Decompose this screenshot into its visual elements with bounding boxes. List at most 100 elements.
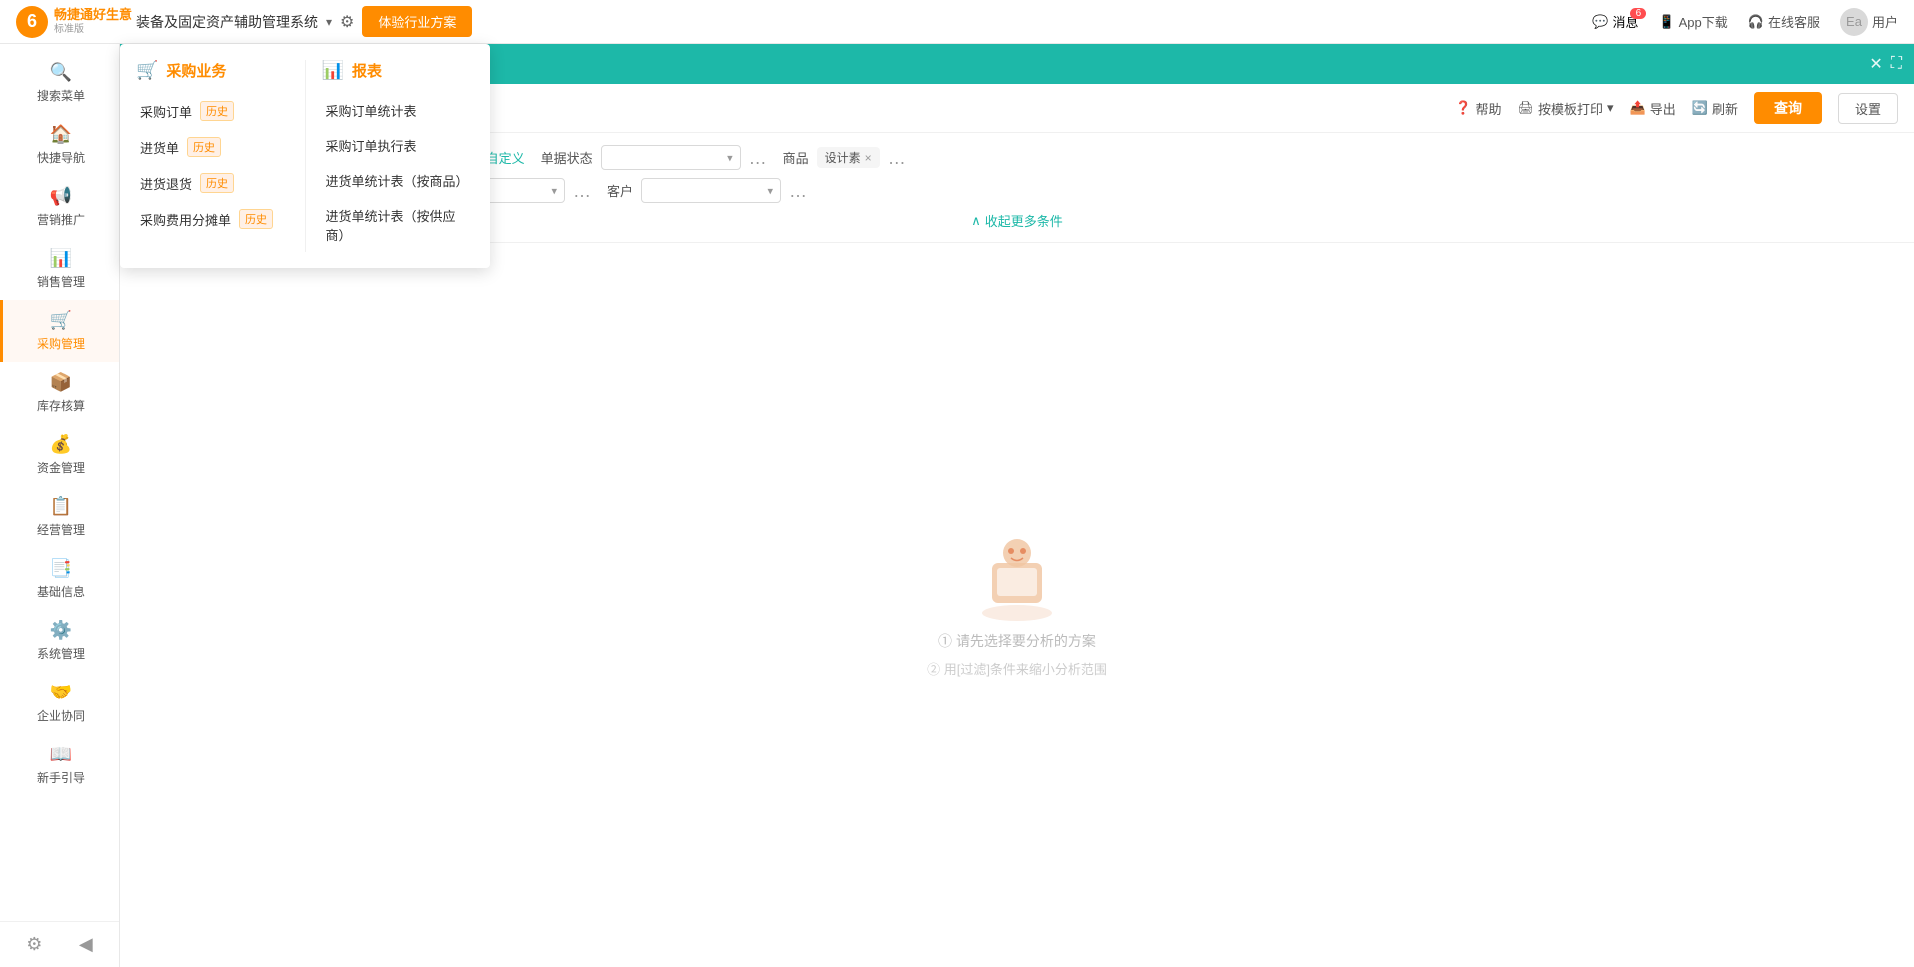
doc-status-select-wrapper [601,145,741,170]
doc-status-filter: 单据状态 … [541,145,767,170]
settings-button[interactable]: 设置 [1838,93,1898,124]
print-dropdown-icon: ▾ [1607,100,1614,116]
customer-more[interactable]: … [789,182,807,200]
user-label: 用户 [1872,12,1898,31]
tab-bar-right: ✕ ⛶ [1869,54,1914,74]
online-service-label: 在线客服 [1768,12,1820,31]
print-btn[interactable]: 🖨 按模板打印 ▾ [1518,99,1614,118]
hint1-num: ① [938,633,952,649]
menu-item-receipt-stats-supplier[interactable]: 进货单统计表（按供应商） [322,198,475,252]
system-icon: ⚙️ [50,620,72,641]
settings-gear-icon[interactable]: ⚙ [340,12,354,32]
export-btn[interactable]: 📤 导出 [1630,99,1676,118]
sidebar-item-finance[interactable]: 💰 资金管理 [0,424,119,486]
query-button[interactable]: 查询 [1754,92,1822,124]
sidebar-label-guide: 新手引导 [37,769,85,786]
sidebar-item-search[interactable]: 🔍 搜索菜单 [0,52,119,114]
product-tag-close[interactable]: × [865,151,872,165]
message-icon: 💬 [1592,14,1608,30]
app-download[interactable]: 📱 App下载 [1658,12,1727,31]
sidebar-label-sales: 销售管理 [37,273,85,290]
customer-select[interactable] [641,178,781,203]
menu-item-purchase-order-stats[interactable]: 采购订单统计表 [322,93,475,128]
help-btn[interactable]: ❓ 帮助 [1455,99,1501,118]
dropdown-menu: 🛒 采购业务 采购订单 历史 进货单 历史 进货退货 历史 采购费用分摊单 历史… [120,44,490,268]
salesperson-more[interactable]: … [573,182,591,200]
sidebar-item-enterprise[interactable]: 🤝 企业协同 [0,672,119,734]
logo-area: 6 畅捷通好生意 标准版 [16,6,136,38]
product-tag: 设计素 × [817,147,880,168]
menu-item-purchase-order-exec[interactable]: 采购订单执行表 [322,128,475,163]
sidebar-item-system[interactable]: ⚙️ 系统管理 [0,610,119,672]
system-title-dropdown[interactable]: ▾ [326,15,332,29]
sidebar-collapse-icon[interactable]: ◀ [79,934,93,955]
sidebar-label-quick-nav: 快捷导航 [37,149,85,166]
sidebar: 🔍 搜索菜单 🏠 快捷导航 📢 营销推广 📊 销售管理 🛒 采购管理 📦 库存核… [0,44,120,967]
hint2-num: ② [927,662,940,677]
doc-status-select[interactable] [601,145,741,170]
quick-date-custom[interactable]: 自定义 [486,148,525,167]
menu-item-purchase-expense[interactable]: 采购费用分摊单 历史 [136,201,289,237]
menu-item-purchase-order[interactable]: 采购订单 历史 [136,93,289,129]
sidebar-label-operations: 经营管理 [37,521,85,538]
product-filter: 商品 设计素 × … [783,147,906,168]
sidebar-item-inventory[interactable]: 📦 库存核算 [0,362,119,424]
purchase-order-stats-label: 采购订单统计表 [326,101,417,120]
menu-item-goods-receipt[interactable]: 进货单 历史 [136,129,289,165]
sidebar-label-basic-info: 基础信息 [37,583,85,600]
sidebar-item-marketing[interactable]: 📢 营销推广 [0,176,119,238]
product-tag-value: 设计素 [825,149,861,166]
tab-expand-btn[interactable]: ⛶ [1891,55,1902,73]
hint1-text: 请先选择要分析的方案 [956,633,1096,649]
hint2-text: 用[过滤]条件来缩小分析范围 [944,662,1107,677]
product-label: 商品 [783,148,809,167]
doc-status-more[interactable]: … [749,149,767,167]
collapse-label: 收起更多条件 [985,211,1063,230]
help-icon: ❓ [1455,100,1471,116]
receipt-stats-supplier-label: 进货单统计表（按供应商） [326,206,471,244]
app-download-label: App下载 [1679,12,1728,31]
trial-button[interactable]: 体验行业方案 [362,6,472,37]
sidebar-item-operations[interactable]: 📋 经营管理 [0,486,119,548]
marketing-icon: 📢 [50,186,72,207]
goods-return-label: 进货退货 [140,174,192,193]
print-icon: 🖨 [1518,100,1535,116]
dropdown-col2-title-text: 报表 [352,60,382,81]
headset-icon: 🎧 [1748,14,1764,30]
sidebar-item-quick-nav[interactable]: 🏠 快捷导航 [0,114,119,176]
phone-icon: 📱 [1658,14,1674,30]
menu-item-goods-return[interactable]: 进货退货 历史 [136,165,289,201]
empty-hint1: ① 请先选择要分析的方案 [938,631,1096,651]
notification-area[interactable]: 💬 消息 6 [1592,12,1638,31]
sidebar-item-procurement[interactable]: 🛒 采购管理 [0,300,119,362]
purchase-order-label: 采购订单 [140,102,192,121]
product-more[interactable]: … [888,149,906,167]
goods-receipt-badge: 历史 [187,137,221,157]
sidebar-settings-icon[interactable]: ⚙ [26,934,42,955]
doc-status-label: 单据状态 [541,148,593,167]
refresh-btn[interactable]: 🔄 刷新 [1692,99,1738,118]
sidebar-item-basic-info[interactable]: 📑 基础信息 [0,548,119,610]
help-label: 帮助 [1476,99,1502,118]
purchase-expense-label: 采购费用分摊单 [140,210,231,229]
menu-item-receipt-stats-product[interactable]: 进货单统计表（按商品） [322,163,475,198]
receipt-stats-product-label: 进货单统计表（按商品） [326,171,469,190]
dropdown-col1-title-text: 采购业务 [166,60,226,81]
guide-icon: 📖 [50,744,72,765]
empty-illustration [967,533,1067,623]
tab-close-btn[interactable]: ✕ [1869,54,1882,74]
sidebar-label-marketing: 营销推广 [37,211,85,228]
sidebar-item-sales[interactable]: 📊 销售管理 [0,238,119,300]
procurement-menu-icon: 🛒 [136,60,158,81]
online-service[interactable]: 🎧 在线客服 [1748,12,1820,31]
logo-line2: 标准版 [54,23,132,36]
avatar-initials: Ea [1846,14,1862,29]
refresh-label: 刷新 [1712,99,1738,118]
empty-state: ① 请先选择要分析的方案 ② 用[过滤]条件来缩小分析范围 [120,243,1914,967]
dropdown-col-procurement: 🛒 采购业务 采购订单 历史 进货单 历史 进货退货 历史 采购费用分摊单 历史 [120,60,305,252]
finance-icon: 💰 [50,434,72,455]
dropdown-col-reports: 📊 报表 采购订单统计表 采购订单执行表 进货单统计表（按商品） 进货单统计表（… [305,60,491,252]
purchase-expense-badge: 历史 [239,209,273,229]
user-area[interactable]: Ea 用户 [1840,8,1898,36]
sidebar-item-guide[interactable]: 📖 新手引导 [0,734,119,796]
